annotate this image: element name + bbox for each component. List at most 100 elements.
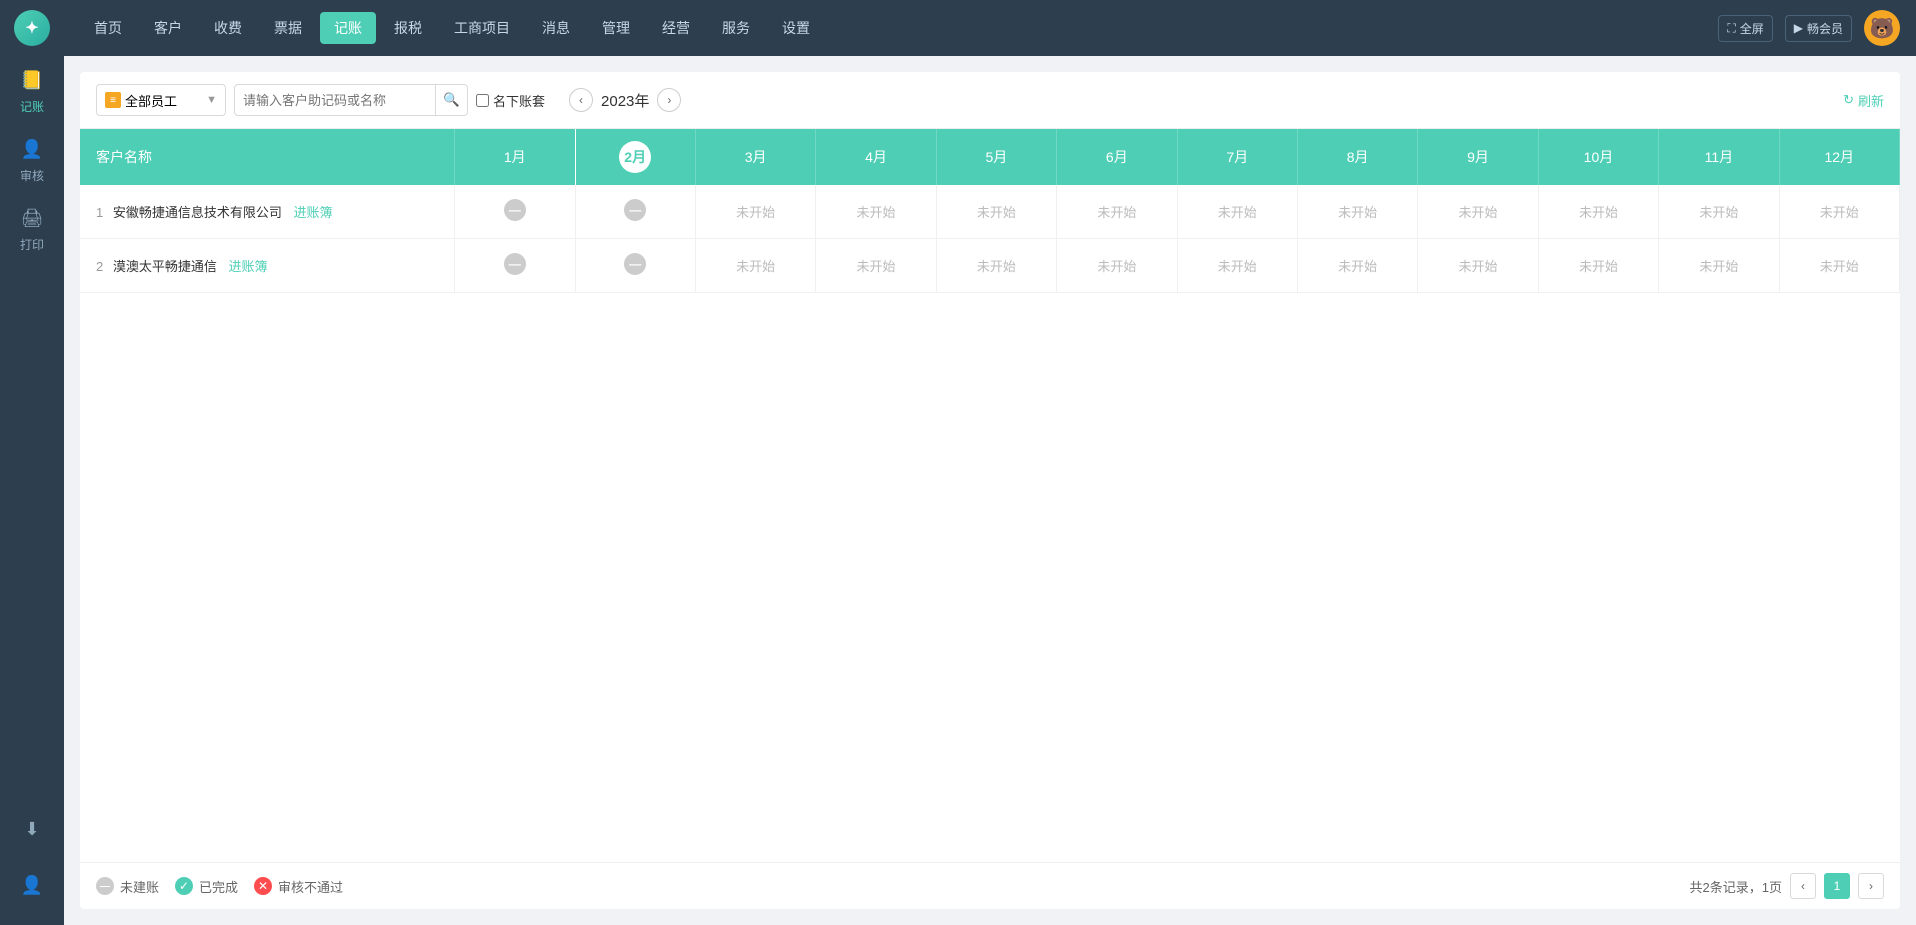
active-month-circle: 2月 [619,141,651,173]
nav-tax[interactable]: 报税 [380,12,436,44]
employee-select[interactable]: ≡ 全部员工 ▼ [96,84,226,116]
row1-jinzhang-link[interactable]: 进账簿 [294,205,333,220]
sidebar-item-review[interactable]: 👤 审核 [0,125,64,194]
row1-m8-status: 未开始 [1338,205,1377,220]
legend-rejected-label: 审核不通过 [278,877,343,896]
row1-m10-status: 未开始 [1579,205,1618,220]
nav-charge[interactable]: 收费 [200,12,256,44]
row1-m7-status: 未开始 [1218,205,1257,220]
review-icon: 👤 [18,135,46,163]
row1-m11-status: 未开始 [1699,205,1738,220]
legend-teal-dot: ✓ [175,877,193,895]
row1-month-10: 未开始 [1538,185,1658,239]
avatar[interactable]: 🐻 [1864,10,1900,46]
row1-month-11: 未开始 [1659,185,1779,239]
nav-biz[interactable]: 工商项目 [440,12,524,44]
row1-month-3: 未开始 [695,185,815,239]
sidebar-item-accounting[interactable]: 📒 记账 [0,56,64,125]
nav-service[interactable]: 服务 [708,12,764,44]
row2-m5-status: 未开始 [977,259,1016,274]
checkbox-label[interactable]: 名下账套 [476,91,545,110]
nav-home[interactable]: 首页 [80,12,136,44]
row1-month-9: 未开始 [1418,185,1538,239]
sidebar-item-accounting-label: 记账 [20,98,44,115]
row2-month-7: 未开始 [1177,239,1297,293]
accounting-icon: 📒 [18,66,46,94]
row2-m2-status [624,253,646,275]
nav-right: ⛶ 全屏 ▶ 畅会员 🐻 [1718,10,1900,46]
nav-settings[interactable]: 设置 [768,12,824,44]
row1-month-4: 未开始 [816,185,936,239]
download-icon: ⬇ [18,815,46,843]
row1-month-1 [455,185,575,239]
fullscreen-icon: ⛶ [1727,21,1735,36]
table-header-row: 客户名称 1月 2月 3月 4月 5月 6月 7月 8月 9月 10月 11月 [80,129,1900,185]
row1-company-name: 安徽畅捷通信息技术有限公司 [113,205,282,220]
col-month-4: 4月 [816,129,936,185]
sidebar-logo: ✦ [0,0,64,56]
nav-manage[interactable]: 管理 [588,12,644,44]
play-icon: ▶ [1794,21,1803,35]
col-month-2: 2月 [575,129,695,185]
row2-jinzhang-link[interactable]: 进账簿 [229,259,268,274]
year-display: 2023年 [601,90,649,111]
refresh-label: 刷新 [1858,91,1884,110]
row2-month-6: 未开始 [1057,239,1177,293]
chevron-down-icon: ▼ [206,94,217,106]
col-month-9: 9月 [1418,129,1538,185]
sidebar-item-download[interactable]: ⬇ [0,805,64,853]
page-1-button[interactable]: 1 [1824,873,1850,899]
col-month-11: 11月 [1659,129,1779,185]
legend-not-built: — 未建账 [96,877,159,896]
row1-month-12: 未开始 [1779,185,1899,239]
row1-month-2 [575,185,695,239]
col-month-10: 10月 [1538,129,1658,185]
sidebar-item-support[interactable]: 👤 [0,861,64,909]
fullscreen-label: 全屏 [1740,20,1764,37]
sidebar: ✦ 📒 记账 👤 审核 🖨 打印 ⬇ 👤 [0,0,64,925]
footer: — 未建账 ✓ 已完成 ✕ 审核不通过 共2条记录，1页 ‹ 1 › [80,862,1900,909]
row2-month-10: 未开始 [1538,239,1658,293]
col-month-6: 6月 [1057,129,1177,185]
row1-m1-status [504,199,526,221]
search-input[interactable] [235,93,435,108]
row1-month-7: 未开始 [1177,185,1297,239]
next-page-button[interactable]: › [1858,873,1884,899]
nav-message[interactable]: 消息 [528,12,584,44]
col-month-3: 3月 [695,129,815,185]
row2-month-11: 未开始 [1659,239,1779,293]
nav-operation[interactable]: 经营 [648,12,704,44]
content: ≡ 全部员工 ▼ 🔍 名下账套 ‹ 2023年 › [64,56,1916,925]
next-year-button[interactable]: › [657,88,681,112]
row1-month-6: 未开始 [1057,185,1177,239]
prev-page-button[interactable]: ‹ [1790,873,1816,899]
search-button[interactable]: 🔍 [435,84,467,116]
prev-year-button[interactable]: ‹ [569,88,593,112]
total-records: 共2条记录，1页 [1690,877,1782,896]
main-table: 客户名称 1月 2月 3月 4月 5月 6月 7月 8月 9月 10月 11月 [80,129,1900,293]
content-card: ≡ 全部员工 ▼ 🔍 名下账套 ‹ 2023年 › [80,72,1900,909]
col-month-5: 5月 [936,129,1056,185]
col-client-name: 客户名称 [80,129,455,185]
nav-invoice[interactable]: 票据 [260,12,316,44]
fullscreen-button[interactable]: ⛶ 全屏 [1718,15,1772,42]
checkbox-mingxia[interactable] [476,94,489,107]
member-button[interactable]: ▶ 畅会员 [1785,15,1852,42]
legend-not-built-label: 未建账 [120,877,159,896]
row2-m1-status [504,253,526,275]
logo-icon: ✦ [14,10,50,46]
legend-red-dot: ✕ [254,877,272,895]
row1-month-8: 未开始 [1297,185,1417,239]
row2-m9-status: 未开始 [1459,259,1498,274]
row2-m4-status: 未开始 [857,259,896,274]
row1-m4-status: 未开始 [857,205,896,220]
year-nav: ‹ 2023年 › [569,88,681,112]
refresh-button[interactable]: ↻ 刷新 [1843,91,1884,110]
nav-accounting[interactable]: 记账 [320,12,376,44]
toolbar: ≡ 全部员工 ▼ 🔍 名下账套 ‹ 2023年 › [80,72,1900,129]
row2-m8-status: 未开始 [1338,259,1377,274]
row2-month-1 [455,239,575,293]
sidebar-item-print[interactable]: 🖨 打印 [0,194,64,263]
nav-client[interactable]: 客户 [140,12,196,44]
row2-month-9: 未开始 [1418,239,1538,293]
